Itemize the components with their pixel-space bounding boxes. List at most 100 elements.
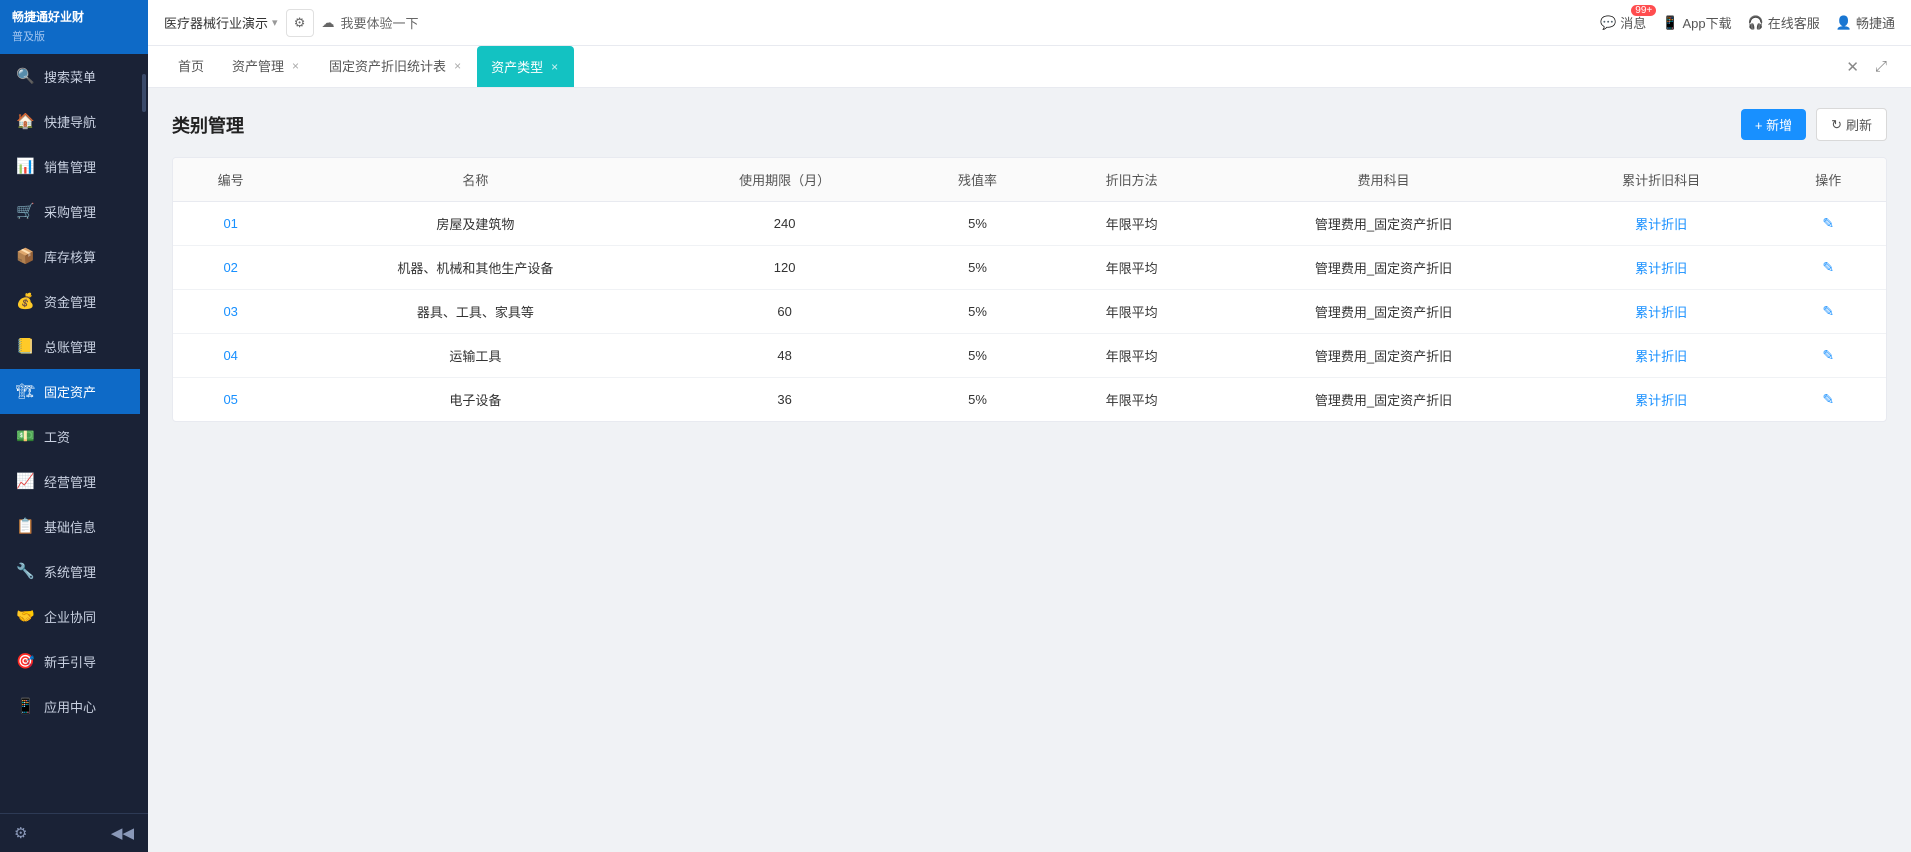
app-edition: 普及版 — [12, 28, 84, 44]
customer-service-label: 在线客服 — [1768, 13, 1820, 32]
cell-name-3: 运输工具 — [288, 334, 662, 378]
topbar: 医疗器械行业演示 ▾ ⚙ ☁ 我要体验一下 💬 消息 99+ 📱 App下载 — [148, 0, 1911, 46]
cell-edit-1[interactable]: ✎ — [1771, 246, 1886, 290]
cell-name-4: 电子设备 — [288, 378, 662, 422]
sidebar-icon-6: 📒 — [16, 337, 34, 355]
user-profile-button[interactable]: 👤 畅捷通 — [1836, 13, 1895, 32]
sidebar-nav: 🔍 搜索菜单 🏠 快捷导航 📊 销售管理 🛒 采购管理 📦 库存核算 💰 资金管… — [0, 54, 140, 813]
experience-label: 我要体验一下 — [341, 13, 419, 32]
cell-method-4: 年限平均 — [1048, 378, 1215, 422]
sidebar-label-12: 企业协同 — [44, 607, 96, 626]
sidebar-label-3: 采购管理 — [44, 202, 96, 221]
download-icon: 📱 — [1662, 15, 1678, 31]
cloud-icon: ☁ — [322, 15, 335, 31]
settings-icon[interactable]: ⚙ — [14, 824, 27, 842]
cell-period-0: 240 — [662, 202, 907, 246]
cell-code-3: 04 — [173, 334, 288, 378]
app-selector[interactable]: 医疗器械行业演示 ▾ — [164, 13, 278, 32]
page-header: 类别管理 + 新增 ↻ 刷新 — [172, 108, 1887, 141]
maximize-icon[interactable]: ⤢ — [1871, 54, 1891, 79]
chevron-down-icon: ▾ — [272, 16, 278, 29]
app-selector-label: 医疗器械行业演示 — [164, 13, 268, 32]
th-6: 累计折旧科目 — [1552, 158, 1771, 202]
sidebar-label-8: 工资 — [44, 427, 70, 446]
sidebar-item-总账管理[interactable]: 📒 总账管理 — [0, 324, 140, 369]
topbar-settings-button[interactable]: ⚙ — [286, 9, 314, 37]
sidebar-icon-2: 📊 — [16, 157, 34, 175]
sidebar-icon-10: 📋 — [16, 517, 34, 535]
cell-expense-0: 管理费用_固定资产折旧 — [1215, 202, 1552, 246]
tab-0[interactable]: 首页 — [164, 46, 218, 87]
sidebar-item-经营管理[interactable]: 📈 经营管理 — [0, 459, 140, 504]
tab-close-2[interactable]: × — [452, 58, 463, 74]
sidebar-item-应用中心[interactable]: 📱 应用中心 — [0, 684, 140, 729]
experience-button[interactable]: ☁ 我要体验一下 — [322, 13, 419, 32]
tab-close-3[interactable]: × — [549, 59, 560, 75]
sidebar-label-5: 资金管理 — [44, 292, 96, 311]
sidebar-item-采购管理[interactable]: 🛒 采购管理 — [0, 189, 140, 234]
sidebar-label-2: 销售管理 — [44, 157, 96, 176]
sidebar-icon-8: 💵 — [16, 427, 34, 445]
customer-service-button[interactable]: 🎧 在线客服 — [1748, 13, 1820, 32]
sidebar-label-1: 快捷导航 — [44, 112, 96, 131]
tab-close-1[interactable]: × — [290, 58, 301, 74]
table-row: 03器具、工具、家具等605%年限平均管理费用_固定资产折旧累计折旧✎ — [173, 290, 1886, 334]
sidebar-label-9: 经营管理 — [44, 472, 96, 491]
sidebar-label-0: 搜索菜单 — [44, 67, 96, 86]
sidebar-scrollbar-thumb — [142, 74, 146, 112]
cell-edit-3[interactable]: ✎ — [1771, 334, 1886, 378]
sidebar-label-6: 总账管理 — [44, 337, 96, 356]
cell-edit-0[interactable]: ✎ — [1771, 202, 1886, 246]
table-row: 01房屋及建筑物2405%年限平均管理费用_固定资产折旧累计折旧✎ — [173, 202, 1886, 246]
tab-2[interactable]: 固定资产折旧统计表 × — [315, 46, 477, 87]
close-tab-icon[interactable]: ✕ — [1842, 54, 1863, 80]
sidebar-label-11: 系统管理 — [44, 562, 96, 581]
messages-badge: 99+ — [1631, 5, 1656, 16]
cell-expense-1: 管理费用_固定资产折旧 — [1215, 246, 1552, 290]
cell-residual-0: 5% — [907, 202, 1048, 246]
app-download-button[interactable]: 📱 App下载 — [1662, 13, 1731, 32]
th-1: 名称 — [288, 158, 662, 202]
sidebar-icon-4: 📦 — [16, 247, 34, 265]
cell-edit-2[interactable]: ✎ — [1771, 290, 1886, 334]
sidebar-footer: ⚙ ◀◀ — [0, 813, 148, 852]
sidebar-scrollbar — [140, 54, 148, 813]
headset-icon: 🎧 — [1748, 15, 1764, 31]
sidebar-item-库存核算[interactable]: 📦 库存核算 — [0, 234, 140, 279]
sidebar-label-14: 应用中心 — [44, 697, 96, 716]
sidebar-item-固定资产[interactable]: 🏗 固定资产 — [0, 369, 140, 414]
sidebar-item-系统管理[interactable]: 🔧 系统管理 — [0, 549, 140, 594]
sidebar-item-工资[interactable]: 💵 工资 — [0, 414, 140, 459]
tab-1[interactable]: 资产管理 × — [218, 46, 315, 87]
cell-period-3: 48 — [662, 334, 907, 378]
sidebar-item-资金管理[interactable]: 💰 资金管理 — [0, 279, 140, 324]
tab-label-2: 固定资产折旧统计表 — [329, 56, 446, 75]
main-area: 医疗器械行业演示 ▾ ⚙ ☁ 我要体验一下 💬 消息 99+ 📱 App下载 — [148, 0, 1911, 852]
sidebar-item-搜索菜单[interactable]: 🔍 搜索菜单 — [0, 54, 140, 99]
tabbar-actions: ✕ ⤢ — [1842, 46, 1895, 87]
refresh-button[interactable]: ↻ 刷新 — [1816, 108, 1887, 141]
new-button[interactable]: + 新增 — [1741, 109, 1806, 140]
table-body: 01房屋及建筑物2405%年限平均管理费用_固定资产折旧累计折旧✎02机器、机械… — [173, 202, 1886, 422]
tab-label-1: 资产管理 — [232, 56, 284, 75]
cell-edit-4[interactable]: ✎ — [1771, 378, 1886, 422]
cell-name-2: 器具、工具、家具等 — [288, 290, 662, 334]
messages-button[interactable]: 💬 消息 99+ — [1600, 13, 1646, 32]
sidebar-item-快捷导航[interactable]: 🏠 快捷导航 — [0, 99, 140, 144]
cell-expense-3: 管理费用_固定资产折旧 — [1215, 334, 1552, 378]
sidebar-icon-12: 🤝 — [16, 607, 34, 625]
sidebar-icon-0: 🔍 — [16, 67, 34, 85]
sidebar-item-企业协同[interactable]: 🤝 企业协同 — [0, 594, 140, 639]
cell-period-2: 60 — [662, 290, 907, 334]
cell-accumulated-3: 累计折旧 — [1552, 334, 1771, 378]
sidebar-item-销售管理[interactable]: 📊 销售管理 — [0, 144, 140, 189]
collapse-icon[interactable]: ◀◀ — [111, 824, 134, 842]
tab-label-0: 首页 — [178, 56, 204, 75]
cell-code-1: 02 — [173, 246, 288, 290]
th-4: 折旧方法 — [1048, 158, 1215, 202]
tab-label-3: 资产类型 — [491, 57, 543, 76]
message-icon: 💬 — [1600, 15, 1616, 31]
sidebar-item-基础信息[interactable]: 📋 基础信息 — [0, 504, 140, 549]
tab-3[interactable]: 资产类型 × — [477, 46, 574, 87]
sidebar-item-新手引导[interactable]: 🎯 新手引导 — [0, 639, 140, 684]
